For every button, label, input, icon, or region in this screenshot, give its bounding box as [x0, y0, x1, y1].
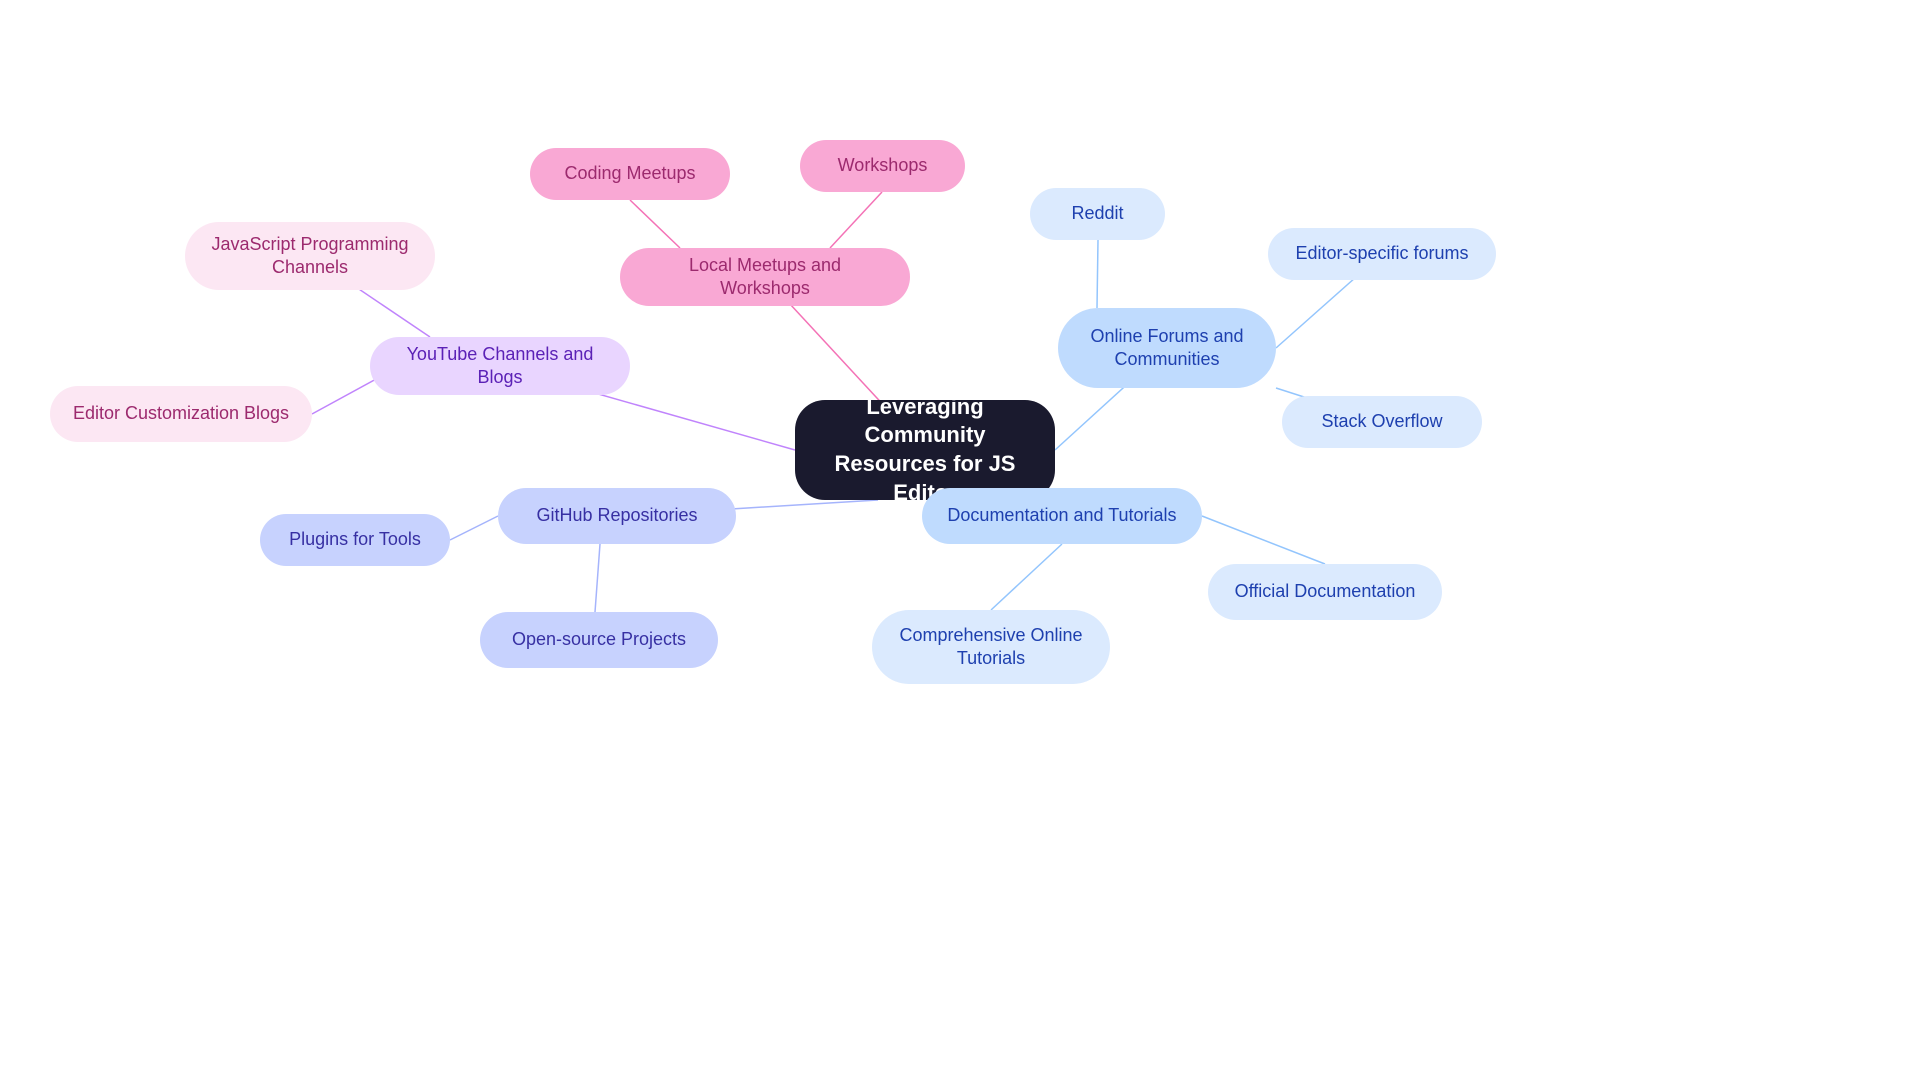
- node-coding-meetups[interactable]: Coding Meetups: [530, 148, 730, 200]
- node-github-repos[interactable]: GitHub Repositories: [498, 488, 736, 544]
- node-stack-overflow[interactable]: Stack Overflow: [1282, 396, 1482, 448]
- node-js-channels[interactable]: JavaScript ProgrammingChannels: [185, 222, 435, 290]
- node-reddit[interactable]: Reddit: [1030, 188, 1165, 240]
- node-workshops[interactable]: Workshops: [800, 140, 965, 192]
- node-opensource[interactable]: Open-source Projects: [480, 612, 718, 668]
- node-youtube-channels[interactable]: YouTube Channels and Blogs: [370, 337, 630, 395]
- mindmap-canvas: Leveraging Community Resources for JS Ed…: [0, 0, 1920, 1083]
- node-online-forums[interactable]: Online Forums andCommunities: [1058, 308, 1276, 388]
- node-official-docs[interactable]: Official Documentation: [1208, 564, 1442, 620]
- node-editor-forums[interactable]: Editor-specific forums: [1268, 228, 1496, 280]
- node-plugins-tools[interactable]: Plugins for Tools: [260, 514, 450, 566]
- node-local-meetups[interactable]: Local Meetups and Workshops: [620, 248, 910, 306]
- node-online-tutorials[interactable]: Comprehensive OnlineTutorials: [872, 610, 1110, 684]
- center-node[interactable]: Leveraging Community Resources for JS Ed…: [795, 400, 1055, 500]
- node-doc-tutorials[interactable]: Documentation and Tutorials: [922, 488, 1202, 544]
- node-editor-blogs[interactable]: Editor Customization Blogs: [50, 386, 312, 442]
